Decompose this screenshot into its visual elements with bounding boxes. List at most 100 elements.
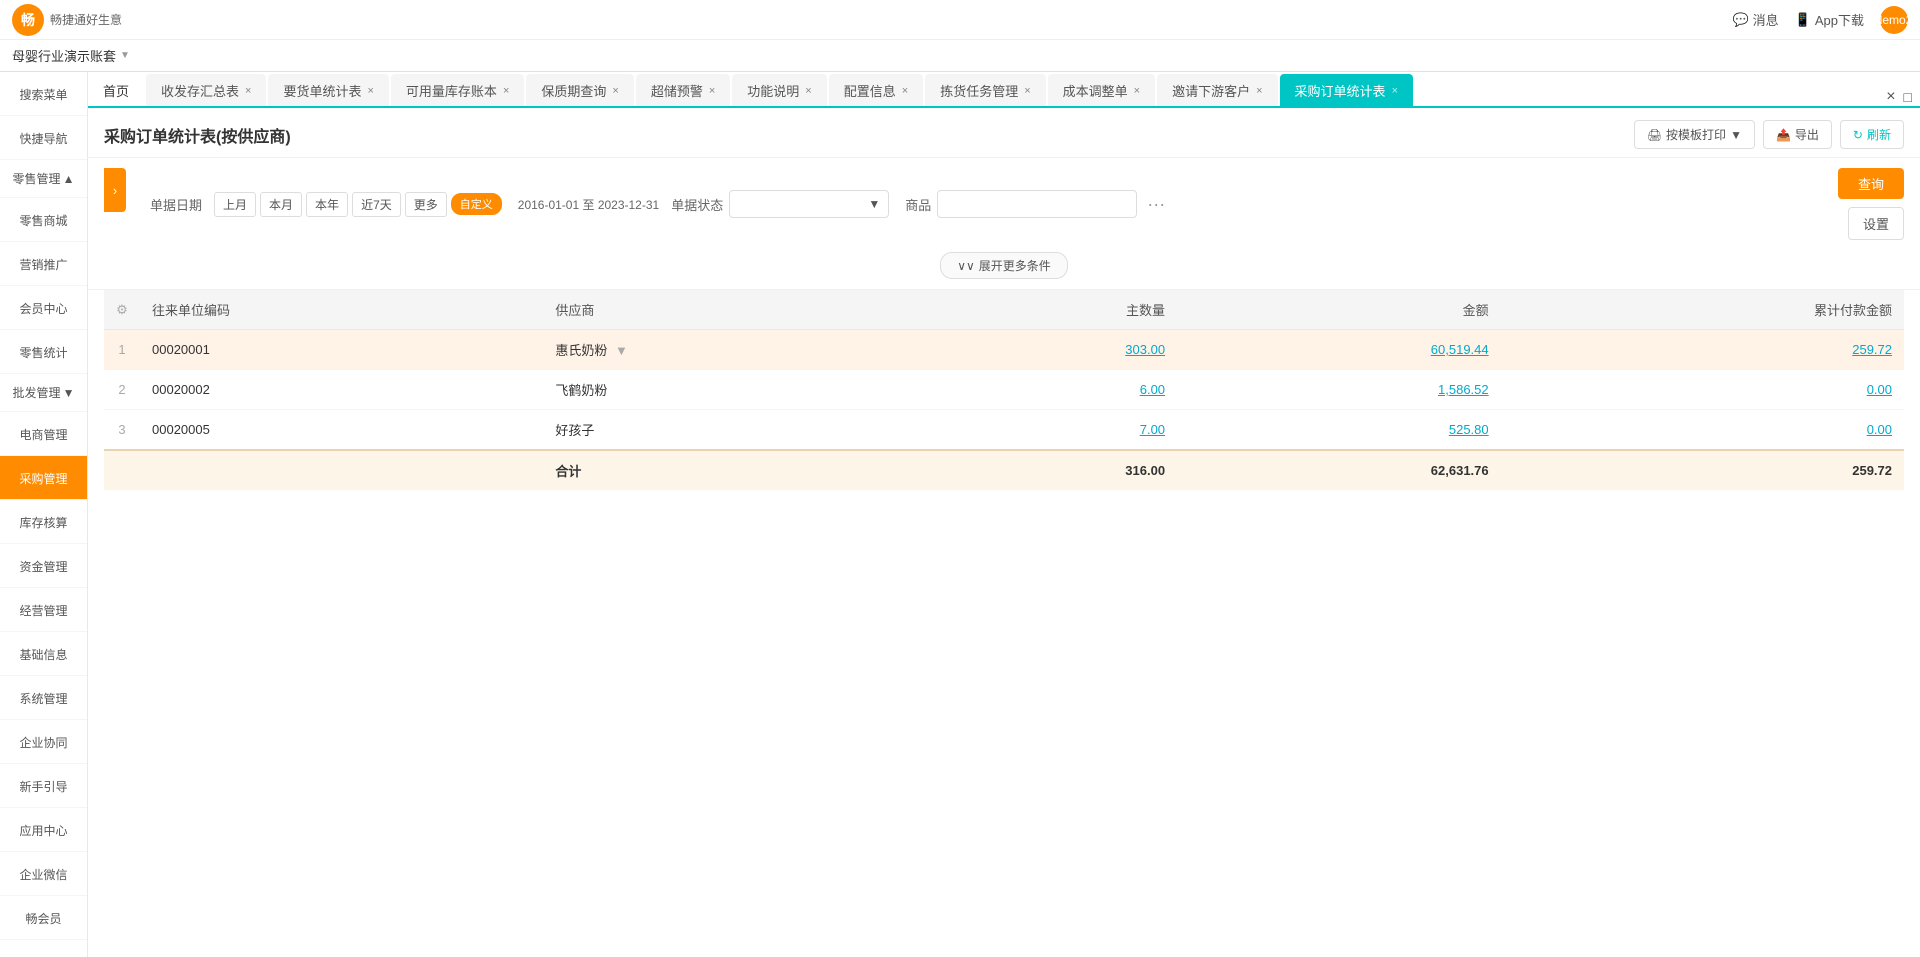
sidebar-item-system-mgmt[interactable]: 系统管理 — [0, 676, 87, 720]
restore-window-btn[interactable]: □ — [1904, 89, 1912, 105]
expand-more-btn[interactable]: ∨∨ 展开更多条件 — [940, 252, 1068, 279]
close-tab-8[interactable]: × — [1024, 85, 1030, 97]
tab-home[interactable]: 首页 — [88, 74, 144, 106]
sidebar-item-marketing[interactable]: 营销推广 — [0, 242, 87, 286]
sidebar-item-operations[interactable]: 经营管理 — [0, 588, 87, 632]
logo-area: 畅 畅捷通好生意 — [12, 4, 122, 36]
col-amount: 金额 — [1177, 290, 1501, 330]
app-download-btn[interactable]: 📱 App下载 — [1795, 10, 1864, 29]
date-btn-this-month[interactable]: 本月 — [260, 192, 302, 217]
date-btn-last-month[interactable]: 上月 — [214, 192, 256, 217]
sidebar-item-retail-stats[interactable]: 零售统计 — [0, 330, 87, 374]
tab-cost-adjust[interactable]: 成本调整单 × — [1048, 74, 1155, 106]
date-btn-more[interactable]: 更多 — [405, 192, 447, 217]
filter-middle: 单据状态 ▼ 商品 ··· — [671, 190, 1826, 218]
export-button[interactable]: 📤 导出 — [1763, 120, 1832, 149]
row-2-amount: 1,586.52 — [1177, 370, 1501, 410]
right-filter-col: 查询 设置 — [1838, 168, 1904, 240]
close-tab-6[interactable]: × — [805, 85, 811, 97]
sidebar-item-retail-store[interactable]: 零售商城 — [0, 198, 87, 242]
tab-available-stock[interactable]: 可用量库存账本 × — [391, 74, 524, 106]
workspace-bar: 母婴行业演示账套 ▼ — [0, 40, 1920, 72]
tab-expiry-query[interactable]: 保质期查询 × — [526, 74, 633, 106]
sidebar-item-shortcut[interactable]: 快捷导航 — [0, 116, 87, 160]
sidebar-item-retail-mgmt[interactable]: 零售管理 ▲ — [0, 160, 87, 198]
row-2-quantity-link[interactable]: 6.00 — [1140, 382, 1165, 397]
tab-overstock-warning[interactable]: 超储预警 × — [636, 74, 730, 106]
close-tab-1[interactable]: × — [245, 85, 251, 97]
row-1-quantity-link[interactable]: 303.00 — [1125, 342, 1165, 357]
sidebar-item-ecom-mgmt[interactable]: 电商管理 — [0, 412, 87, 456]
col-supplier: 供应商 — [543, 290, 925, 330]
row-3-paid-link[interactable]: 0.00 — [1867, 422, 1892, 437]
avatar[interactable]: demo2 — [1880, 6, 1908, 34]
sidebar-item-enterprise-wechat[interactable]: 企业微信 — [0, 852, 87, 896]
date-btn-last-7[interactable]: 近7天 — [352, 192, 401, 217]
refresh-button[interactable]: ↻ 刷新 — [1840, 120, 1904, 149]
footer-total-quantity: 316.00 — [925, 450, 1177, 490]
row-3-quantity: 7.00 — [925, 410, 1177, 451]
tab-pick-task[interactable]: 拣货任务管理 × — [925, 74, 1045, 106]
tab-invite-customer[interactable]: 邀请下游客户 × — [1157, 74, 1277, 106]
row-2-code: 00020002 — [140, 370, 543, 410]
more-filters-icon[interactable]: ··· — [1147, 194, 1165, 215]
data-table: ⚙ 往来单位编码 供应商 主数量 金额 累计付款金额 1 00020001 — [104, 290, 1904, 490]
row-1-paid-link[interactable]: 259.72 — [1852, 342, 1892, 357]
sidebar-item-purchase-mgmt[interactable]: 采购管理 — [0, 456, 87, 500]
tab-config-info[interactable]: 配置信息 × — [829, 74, 923, 106]
sidebar-item-finance[interactable]: 资金管理 — [0, 544, 87, 588]
close-tab-4[interactable]: × — [612, 85, 618, 97]
col-gear: ⚙ — [104, 290, 140, 330]
close-tab-10[interactable]: × — [1256, 85, 1262, 97]
tab-feature-desc[interactable]: 功能说明 × — [732, 74, 826, 106]
date-btn-this-year[interactable]: 本年 — [306, 192, 348, 217]
print-dropdown-icon: ▼ — [1730, 128, 1742, 142]
sidebar-item-wholesale-mgmt[interactable]: 批发管理 ▼ — [0, 374, 87, 412]
page-content: 采购订单统计表(按供应商) 🖨 按模板打印 ▼ 📤 导出 ↻ 刷新 — [88, 108, 1920, 957]
status-dropdown-icon: ▼ — [868, 197, 880, 211]
date-btn-custom[interactable]: 自定义 — [451, 193, 502, 215]
query-button[interactable]: 查询 — [1838, 168, 1904, 199]
tab-receive-summary[interactable]: 收发存汇总表 × — [146, 74, 266, 106]
sidebar-item-search[interactable]: 搜索菜单 — [0, 72, 87, 116]
print-button[interactable]: 🖨 按模板打印 ▼ — [1634, 120, 1755, 149]
sidebar-item-basic-info[interactable]: 基础信息 — [0, 632, 87, 676]
status-select[interactable]: ▼ — [729, 190, 889, 218]
refresh-icon: ↻ — [1853, 128, 1863, 142]
tab-order-stats[interactable]: 要货单统计表 × — [268, 74, 388, 106]
close-tab-2[interactable]: × — [367, 85, 373, 97]
sidebar-item-enterprise-collab[interactable]: 企业协同 — [0, 720, 87, 764]
sidebar-item-member-center[interactable]: 会员中心 — [0, 286, 87, 330]
filter-item-status: 单据状态 ▼ — [671, 190, 889, 218]
close-tab-5[interactable]: × — [709, 85, 715, 97]
message-btn[interactable]: 💬 消息 — [1732, 10, 1778, 29]
product-filter-label: 商品 — [905, 195, 931, 214]
tab-purchase-order-stats[interactable]: 采购订单统计表 × — [1280, 74, 1413, 106]
sidebar-item-member-app[interactable]: 畅会员 — [0, 896, 87, 940]
row-1-code: 00020001 — [140, 330, 543, 370]
row-3-quantity-link[interactable]: 7.00 — [1140, 422, 1165, 437]
sidebar-item-app-center[interactable]: 应用中心 — [0, 808, 87, 852]
close-tab-9[interactable]: × — [1134, 85, 1140, 97]
close-window-btn[interactable]: × — [1886, 88, 1895, 106]
row-1-amount-link[interactable]: 60,519.44 — [1431, 342, 1489, 357]
sidebar-item-new-guide[interactable]: 新手引导 — [0, 764, 87, 808]
product-input[interactable] — [937, 190, 1137, 218]
row-2-quantity: 6.00 — [925, 370, 1177, 410]
close-tab-3[interactable]: × — [503, 85, 509, 97]
sidebar-item-inventory[interactable]: 库存核算 — [0, 500, 87, 544]
close-tab-7[interactable]: × — [902, 85, 908, 97]
footer-total-paid: 259.72 — [1501, 450, 1904, 490]
close-tab-11[interactable]: × — [1392, 85, 1398, 97]
setting-button[interactable]: 设置 — [1848, 207, 1904, 240]
col-code: 往来单位编码 — [140, 290, 543, 330]
row-3-no: 3 — [104, 410, 140, 451]
row-2-paid-link[interactable]: 0.00 — [1867, 382, 1892, 397]
footer-label — [104, 450, 543, 490]
table-area: ⚙ 往来单位编码 供应商 主数量 金额 累计付款金额 1 00020001 — [88, 290, 1920, 957]
row-3-amount-link[interactable]: 525.80 — [1449, 422, 1489, 437]
collapse-filter-btn[interactable]: › — [104, 168, 126, 212]
row-2-amount-link[interactable]: 1,586.52 — [1438, 382, 1489, 397]
workspace-selector[interactable]: 母婴行业演示账套 ▼ — [12, 46, 130, 65]
table-body: 1 00020001 惠氏奶粉 ▼ 303.00 60,519.44 — [104, 330, 1904, 451]
